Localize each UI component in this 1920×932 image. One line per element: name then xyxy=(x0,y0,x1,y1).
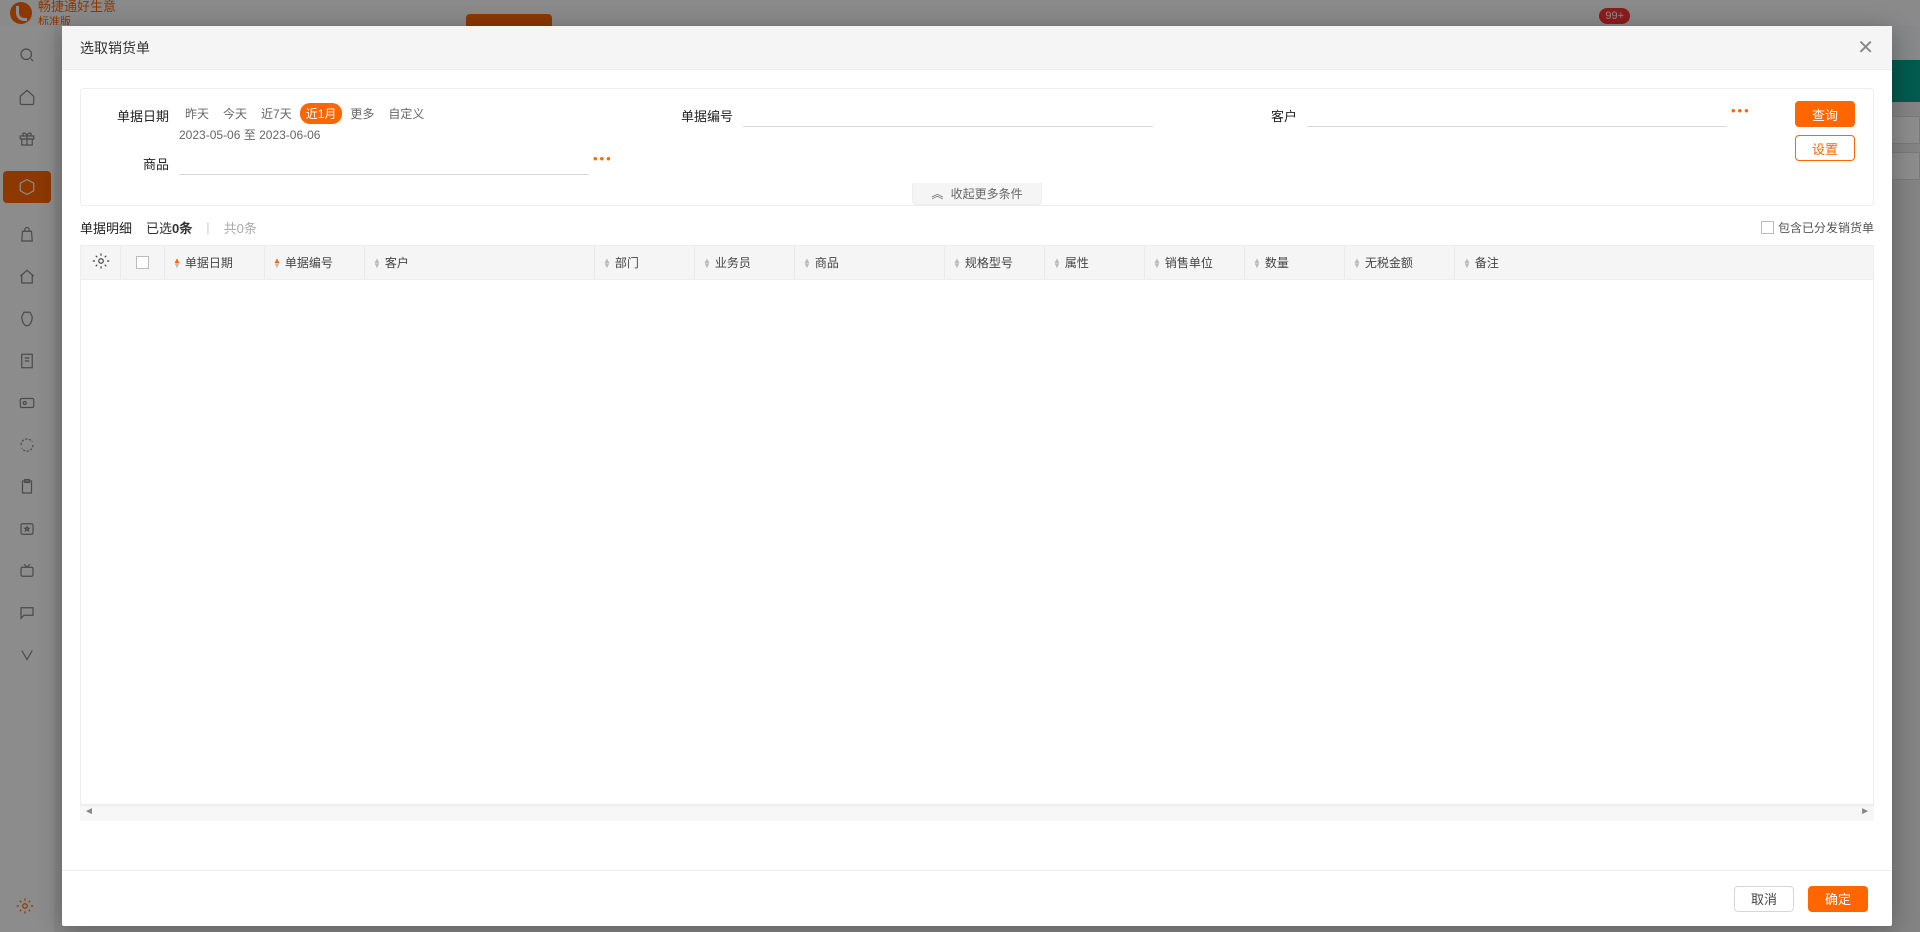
include-dispatched-toggle[interactable]: 包含已分发销货单 xyxy=(1761,219,1874,236)
date-range-text: 2023-05-06 至 2023-06-06 xyxy=(179,126,589,143)
ok-button[interactable]: 确定 xyxy=(1808,886,1868,912)
col-amount-label: 无税金额 xyxy=(1365,254,1413,271)
selected-count: 已选0条 xyxy=(146,218,192,237)
table-wrap: ▲▼单据日期 ▲▼单据编号 ▲▼客户 ▲▼部门 ▲▼业务员 ▲▼商品 ▲▼规格型… xyxy=(80,245,1874,805)
col-date[interactable]: ▲▼单据日期 xyxy=(165,246,265,279)
col-checkbox[interactable] xyxy=(121,246,165,279)
col-attr[interactable]: ▲▼属性 xyxy=(1045,246,1145,279)
col-product[interactable]: ▲▼商品 xyxy=(795,246,945,279)
modal-title: 选取销货单 xyxy=(80,38,150,58)
total-num: 0条 xyxy=(237,221,257,236)
col-amount[interactable]: ▲▼无税金额 xyxy=(1345,246,1455,279)
col-spec[interactable]: ▲▼规格型号 xyxy=(945,246,1045,279)
list-header: 单据明细 已选0条 | 共0条 包含已分发销货单 xyxy=(80,218,1874,237)
scroll-left-icon: ◄ xyxy=(84,806,94,821)
col-unit-label: 销售单位 xyxy=(1165,254,1213,271)
filter-actions: 查询 设置 xyxy=(1795,101,1855,161)
checkbox-icon xyxy=(1761,221,1774,234)
col-dept[interactable]: ▲▼部门 xyxy=(595,246,695,279)
col-date-label: 单据日期 xyxy=(185,254,233,271)
col-docno-label: 单据编号 xyxy=(285,254,333,271)
cancel-button[interactable]: 取消 xyxy=(1734,886,1794,912)
col-gear[interactable] xyxy=(81,246,121,279)
include-dispatched-label: 包含已分发销货单 xyxy=(1778,219,1874,236)
pill-7days[interactable]: 近7天 xyxy=(255,103,298,124)
select-sales-order-modal: 选取销货单 ✕ 查询 设置 单据日期 昨天 今天 近7天 近1月 xyxy=(62,26,1892,926)
total-count: 共0条 xyxy=(224,218,257,237)
total-prefix: 共 xyxy=(224,221,237,236)
col-spec-label: 规格型号 xyxy=(965,254,1013,271)
collapse-label: 收起更多条件 xyxy=(951,187,1023,201)
col-staff[interactable]: ▲▼业务员 xyxy=(695,246,795,279)
pill-yesterday[interactable]: 昨天 xyxy=(179,103,215,124)
date-from: 2023-05-06 xyxy=(179,128,240,142)
customer-more-icon[interactable]: ••• xyxy=(1727,103,1755,118)
chevron-up-icon: ︽ xyxy=(931,187,943,201)
col-remark[interactable]: ▲▼备注 xyxy=(1455,246,1873,279)
pill-1month[interactable]: 近1月 xyxy=(300,103,343,124)
product-more-icon[interactable]: ••• xyxy=(589,151,617,166)
filter-customer-label: 客户 xyxy=(1233,103,1307,125)
customer-input[interactable] xyxy=(1307,103,1727,127)
col-unit[interactable]: ▲▼销售单位 xyxy=(1145,246,1245,279)
col-qty-label: 数量 xyxy=(1265,254,1289,271)
col-docno[interactable]: ▲▼单据编号 xyxy=(265,246,365,279)
filter-date-cell: 单据日期 昨天 今天 近7天 近1月 更多 自定义 2023-05-06 至 xyxy=(105,103,589,143)
close-icon[interactable]: ✕ xyxy=(1857,35,1874,60)
query-button[interactable]: 查询 xyxy=(1795,101,1855,127)
filter-card: 查询 设置 单据日期 昨天 今天 近7天 近1月 更多 自定义 xyxy=(80,88,1874,206)
col-customer-label: 客户 xyxy=(385,254,409,271)
filter-docno-cell: 单据编号 xyxy=(669,103,1153,127)
sep: | xyxy=(206,220,209,235)
filter-docno-label: 单据编号 xyxy=(669,103,743,125)
collapse-row: ︽ 收起更多条件 xyxy=(105,183,1849,205)
filter-customer-cell: 客户 ••• xyxy=(1233,103,1755,127)
modal-body: 查询 设置 单据日期 昨天 今天 近7天 近1月 更多 自定义 xyxy=(62,70,1892,870)
col-qty[interactable]: ▲▼数量 xyxy=(1245,246,1345,279)
filter-product-label: 商品 xyxy=(105,151,179,173)
list-title: 单据明细 xyxy=(80,218,132,237)
product-input[interactable] xyxy=(179,151,589,175)
selected-num: 0条 xyxy=(172,221,192,236)
modal-footer: 取消 确定 xyxy=(62,870,1892,926)
filter-row-2: 商品 ••• xyxy=(105,151,1849,175)
col-dept-label: 部门 xyxy=(615,254,639,271)
modal-header: 选取销货单 ✕ xyxy=(62,26,1892,70)
date-to: 2023-06-06 xyxy=(259,128,320,142)
checkbox-icon xyxy=(136,256,149,269)
date-pills: 昨天 今天 近7天 近1月 更多 自定义 xyxy=(179,103,589,124)
filter-date-value: 昨天 今天 近7天 近1月 更多 自定义 2023-05-06 至 2023-0… xyxy=(179,103,589,143)
filter-date-label: 单据日期 xyxy=(105,103,179,125)
filter-product-cell: 商品 ••• xyxy=(105,151,617,175)
pill-today[interactable]: 今天 xyxy=(217,103,253,124)
collapse-button[interactable]: ︽ 收起更多条件 xyxy=(912,183,1041,205)
col-remark-label: 备注 xyxy=(1475,254,1499,271)
col-customer[interactable]: ▲▼客户 xyxy=(365,246,595,279)
col-staff-label: 业务员 xyxy=(715,254,751,271)
gear-icon xyxy=(92,252,110,273)
date-sep: 至 xyxy=(244,128,256,142)
h-scrollbar[interactable]: ◄ ► xyxy=(80,805,1874,821)
table-header: ▲▼单据日期 ▲▼单据编号 ▲▼客户 ▲▼部门 ▲▼业务员 ▲▼商品 ▲▼规格型… xyxy=(81,246,1873,280)
selected-prefix: 已选 xyxy=(146,221,172,236)
scroll-right-icon: ► xyxy=(1860,806,1870,821)
col-attr-label: 属性 xyxy=(1065,254,1089,271)
docno-input[interactable] xyxy=(743,103,1153,127)
filter-row-1: 单据日期 昨天 今天 近7天 近1月 更多 自定义 2023-05-06 至 xyxy=(105,103,1849,143)
pill-more[interactable]: 更多 xyxy=(344,103,380,124)
col-product-label: 商品 xyxy=(815,254,839,271)
settings-button[interactable]: 设置 xyxy=(1795,135,1855,161)
pill-custom[interactable]: 自定义 xyxy=(382,103,430,124)
